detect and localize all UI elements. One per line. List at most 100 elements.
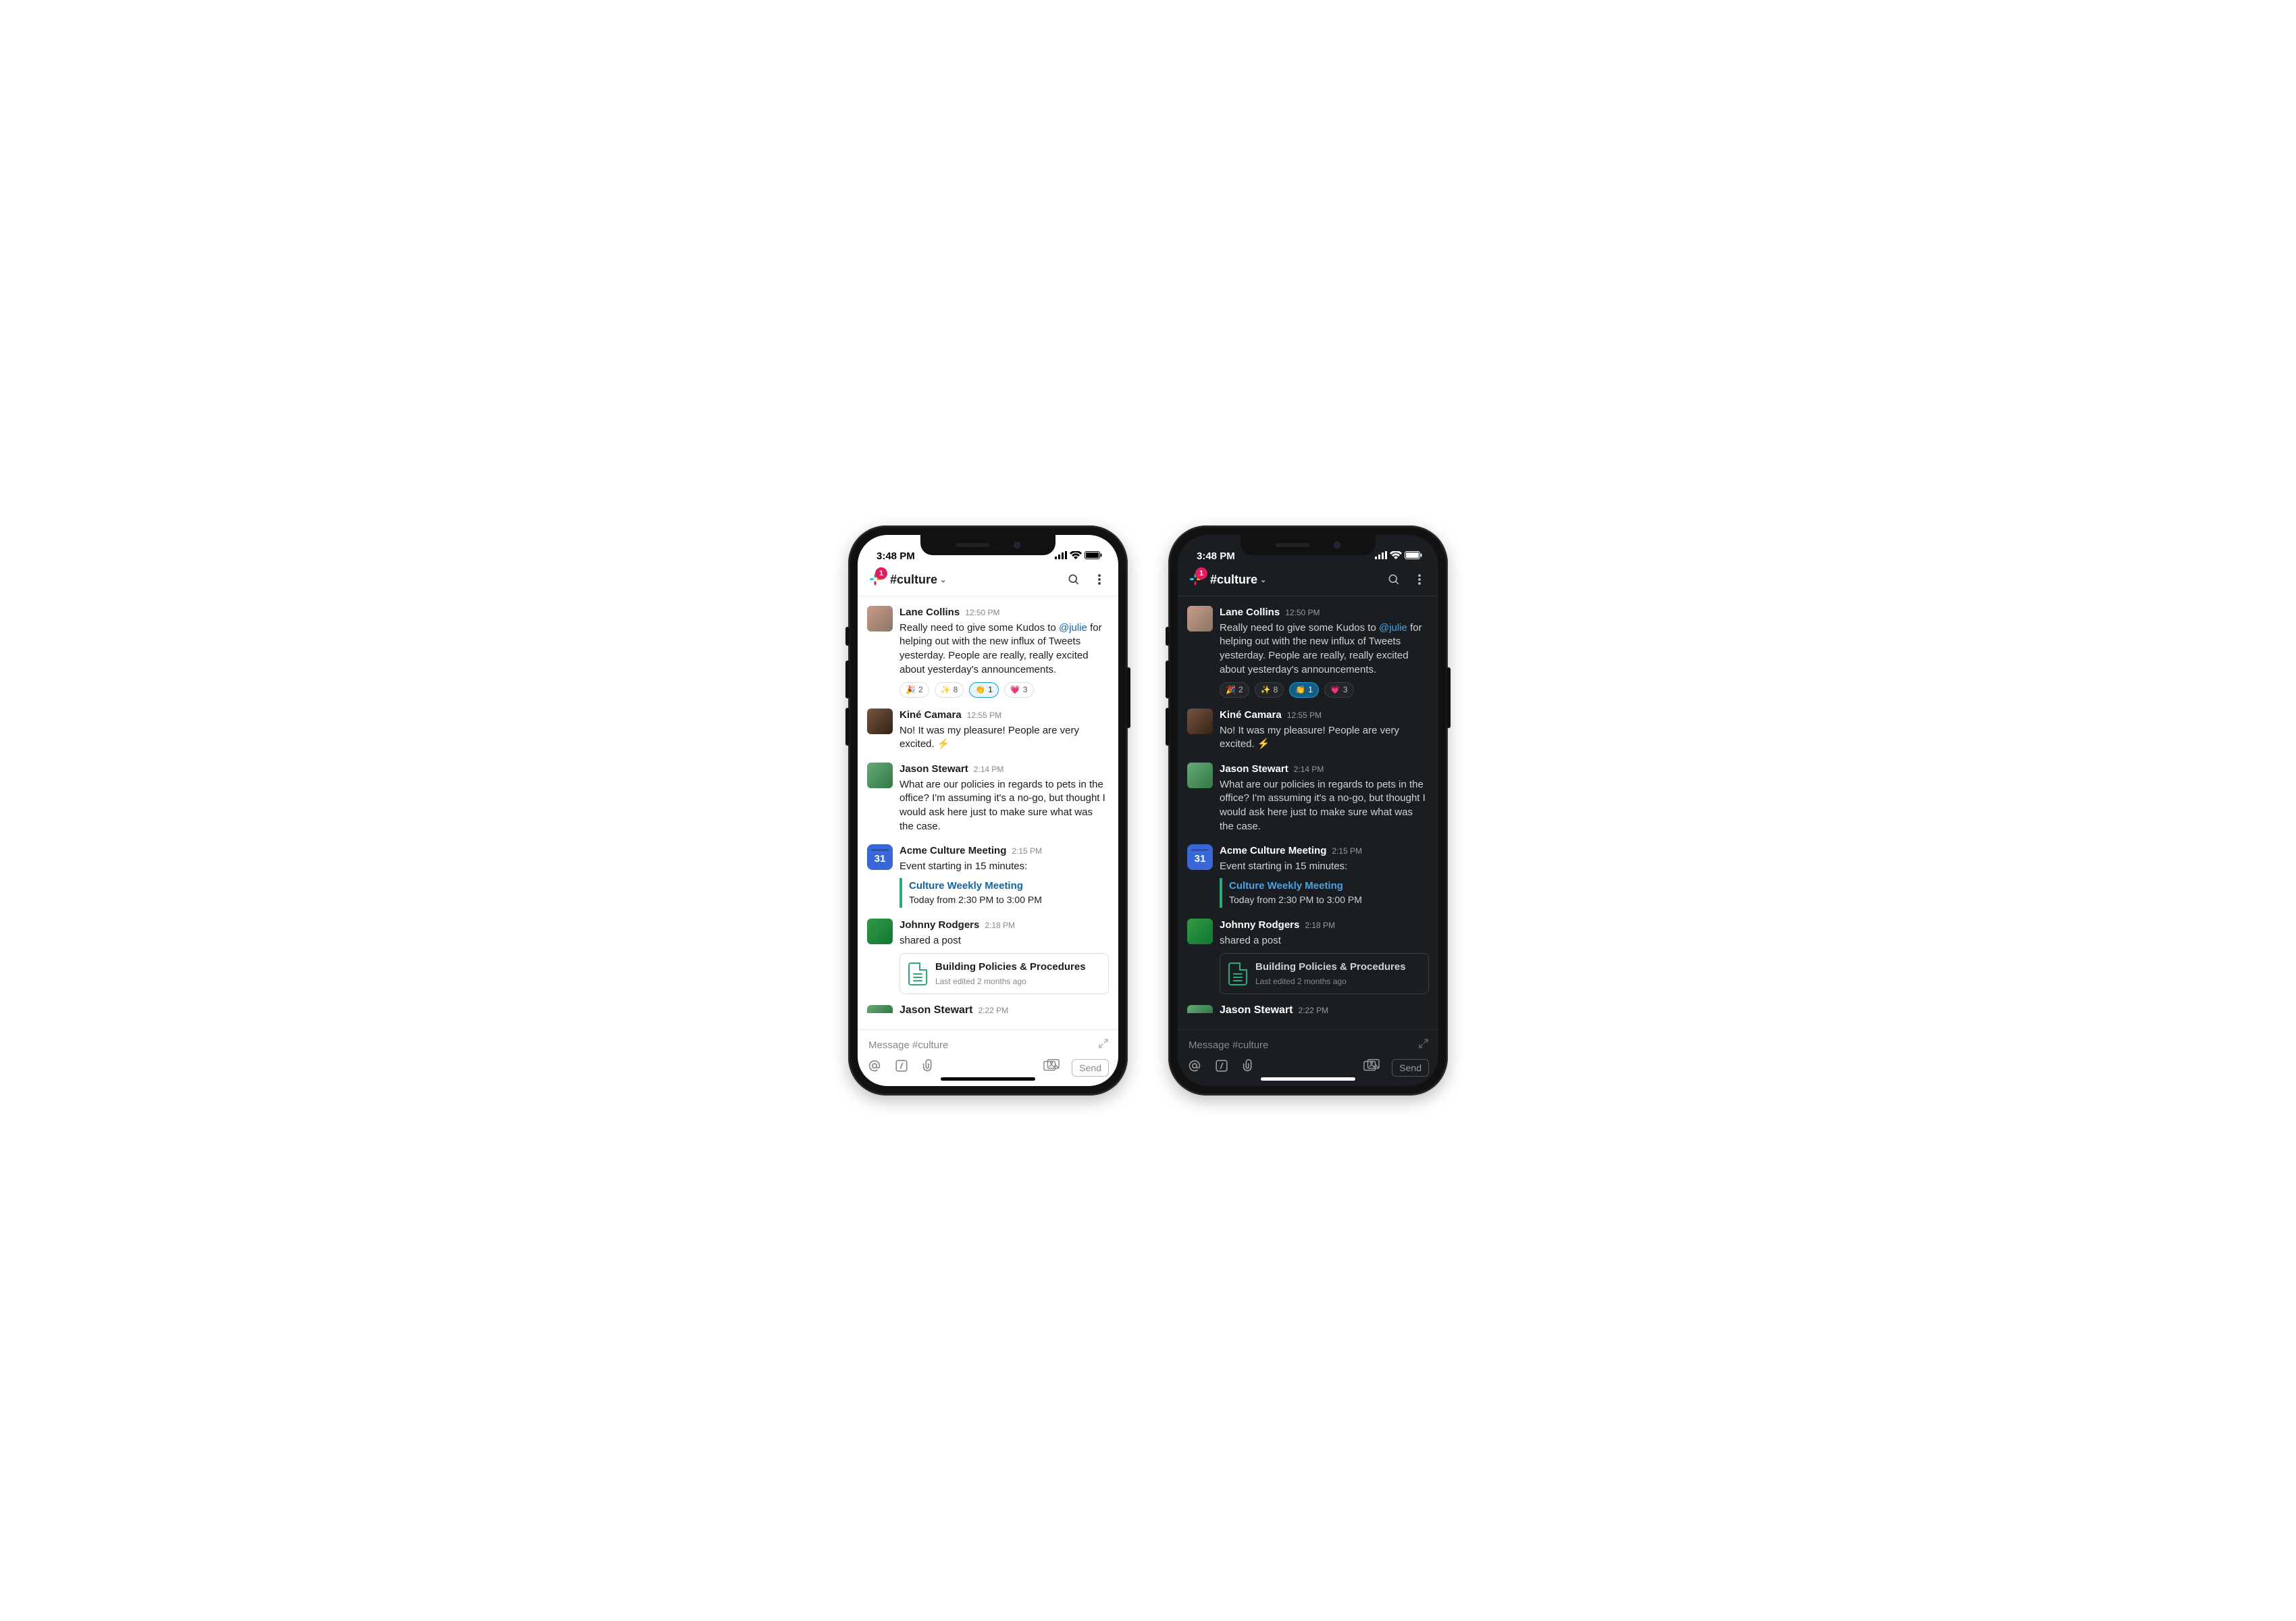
home-indicator[interactable] [1261,1077,1355,1081]
message-peek[interactable]: Jason Stewart2:22 PM [858,1000,1118,1013]
reaction-count: 2 [918,684,923,696]
message-time: 12:50 PM [1285,607,1320,619]
message[interactable]: Johnny Rodgers2:18 PM shared a post Buil… [858,913,1118,1000]
message[interactable]: Jason Stewart2:14 PM What are our polici… [858,757,1118,839]
reaction[interactable]: 👏1 [1289,682,1319,698]
volume-up-button [845,661,850,698]
more-button[interactable] [1090,570,1109,589]
message-author[interactable]: Johnny Rodgers [1220,919,1299,933]
phone-light: 3:48 PM 1 #culture ⌄ [848,525,1128,1096]
attachment-icon[interactable] [1241,1058,1256,1077]
message-author[interactable]: Kiné Camara [899,709,962,723]
channel-switcher[interactable]: #culture ⌄ [1210,573,1266,587]
message-list[interactable]: Lane Collins12:50 PM Really need to give… [1178,596,1438,1029]
channel-switcher[interactable]: #culture ⌄ [890,573,946,587]
expand-icon[interactable] [1098,1038,1109,1052]
reaction-emoji: ✨ [941,684,951,696]
message[interactable]: Lane Collins12:50 PM Really need to give… [1178,600,1438,703]
reaction[interactable]: 💗3 [1004,682,1034,698]
message[interactable]: Kiné Camara12:55 PM No! It was my pleasu… [858,703,1118,757]
avatar[interactable] [1187,1005,1213,1013]
send-button[interactable]: Send [1392,1059,1429,1077]
reactions: 🎉2 ✨8 👏1 💗3 [899,682,1109,698]
message-text: No! It was my pleasure! People are very … [1220,724,1429,752]
message[interactable]: Kiné Camara12:55 PM No! It was my pleasu… [1178,703,1438,757]
slack-logo[interactable]: 1 [1187,571,1203,588]
slash-command-icon[interactable] [894,1058,909,1077]
message-author[interactable]: Jason Stewart [899,763,968,777]
reaction[interactable]: 🎉2 [899,682,929,698]
send-button[interactable]: Send [1072,1059,1109,1077]
attachment-icon[interactable] [921,1058,936,1077]
event-when: Today from 2:30 PM to 3:00 PM [909,894,1109,906]
message[interactable]: Jason Stewart2:14 PM What are our polici… [1178,757,1438,839]
reaction[interactable]: 💗3 [1324,682,1354,698]
search-button[interactable] [1064,570,1083,589]
post-card[interactable]: Building Policies & Procedures Last edit… [899,953,1109,994]
avatar[interactable] [867,709,893,734]
composer-input[interactable]: Message #culture [1189,1039,1268,1051]
reaction-count: 1 [988,684,993,696]
calendar-icon[interactable]: 31 [1187,844,1213,870]
reaction[interactable]: 🎉2 [1220,682,1249,698]
message-author[interactable]: Kiné Camara [1220,709,1282,723]
avatar[interactable] [867,606,893,632]
message-text: What are our policies in regards to pets… [1220,778,1429,834]
reaction-count: 1 [1308,684,1313,696]
message-author[interactable]: Acme Culture Meeting [899,844,1006,858]
message[interactable]: 31 Acme Culture Meeting2:15 PM Event sta… [1178,839,1438,912]
avatar[interactable] [867,1005,893,1013]
message-author[interactable]: Jason Stewart [1220,1004,1293,1013]
search-button[interactable] [1384,570,1403,589]
message-author[interactable]: Lane Collins [1220,606,1280,620]
calendar-icon[interactable]: 31 [867,844,893,870]
reaction[interactable]: 👏1 [969,682,999,698]
notch [1241,535,1376,555]
unread-badge: 1 [1195,567,1207,580]
home-indicator[interactable] [941,1077,1035,1081]
reaction-count: 8 [1274,684,1278,696]
mention[interactable]: @julie [1059,622,1087,634]
battery-icon [1085,550,1102,562]
message[interactable]: Johnny Rodgers2:18 PM shared a post Buil… [1178,913,1438,1000]
avatar[interactable] [867,763,893,788]
composer-input[interactable]: Message #culture [868,1039,948,1051]
mention-icon[interactable] [1187,1058,1202,1077]
reaction[interactable]: ✨8 [1255,682,1284,698]
message-author[interactable]: Johnny Rodgers [899,919,979,933]
mention[interactable]: @julie [1379,622,1407,634]
expand-icon[interactable] [1418,1038,1429,1052]
wifi-icon [1390,550,1402,562]
mention-icon[interactable] [867,1058,882,1077]
chevron-down-icon: ⌄ [940,575,946,584]
avatar[interactable] [1187,709,1213,734]
message-author[interactable]: Acme Culture Meeting [1220,844,1326,858]
status-icons [1055,550,1102,562]
post-card[interactable]: Building Policies & Procedures Last edit… [1220,953,1429,994]
message-peek[interactable]: Jason Stewart2:22 PM [1178,1000,1438,1013]
image-icon[interactable] [1363,1058,1380,1077]
power-button [1446,667,1451,728]
avatar[interactable] [1187,763,1213,788]
message[interactable]: 31 Acme Culture Meeting2:15 PM Event sta… [858,839,1118,912]
more-button[interactable] [1410,570,1429,589]
mute-switch [1166,627,1170,646]
reaction-count: 8 [954,684,958,696]
notch [920,535,1055,555]
slack-logo[interactable]: 1 [867,571,883,588]
message-author[interactable]: Jason Stewart [899,1004,972,1013]
message-time: 2:18 PM [1305,920,1335,931]
event-attachment[interactable]: Culture Weekly Meeting Today from 2:30 P… [899,878,1109,908]
event-attachment[interactable]: Culture Weekly Meeting Today from 2:30 P… [1220,878,1429,908]
avatar[interactable] [1187,919,1213,944]
avatar[interactable] [1187,606,1213,632]
message-list[interactable]: Lane Collins12:50 PM Really need to give… [858,596,1118,1029]
document-icon [908,962,927,985]
reaction[interactable]: ✨8 [935,682,964,698]
avatar[interactable] [867,919,893,944]
message[interactable]: Lane Collins12:50 PM Really need to give… [858,600,1118,703]
message-author[interactable]: Jason Stewart [1220,763,1288,777]
image-icon[interactable] [1043,1058,1060,1077]
slash-command-icon[interactable] [1214,1058,1229,1077]
message-author[interactable]: Lane Collins [899,606,960,620]
